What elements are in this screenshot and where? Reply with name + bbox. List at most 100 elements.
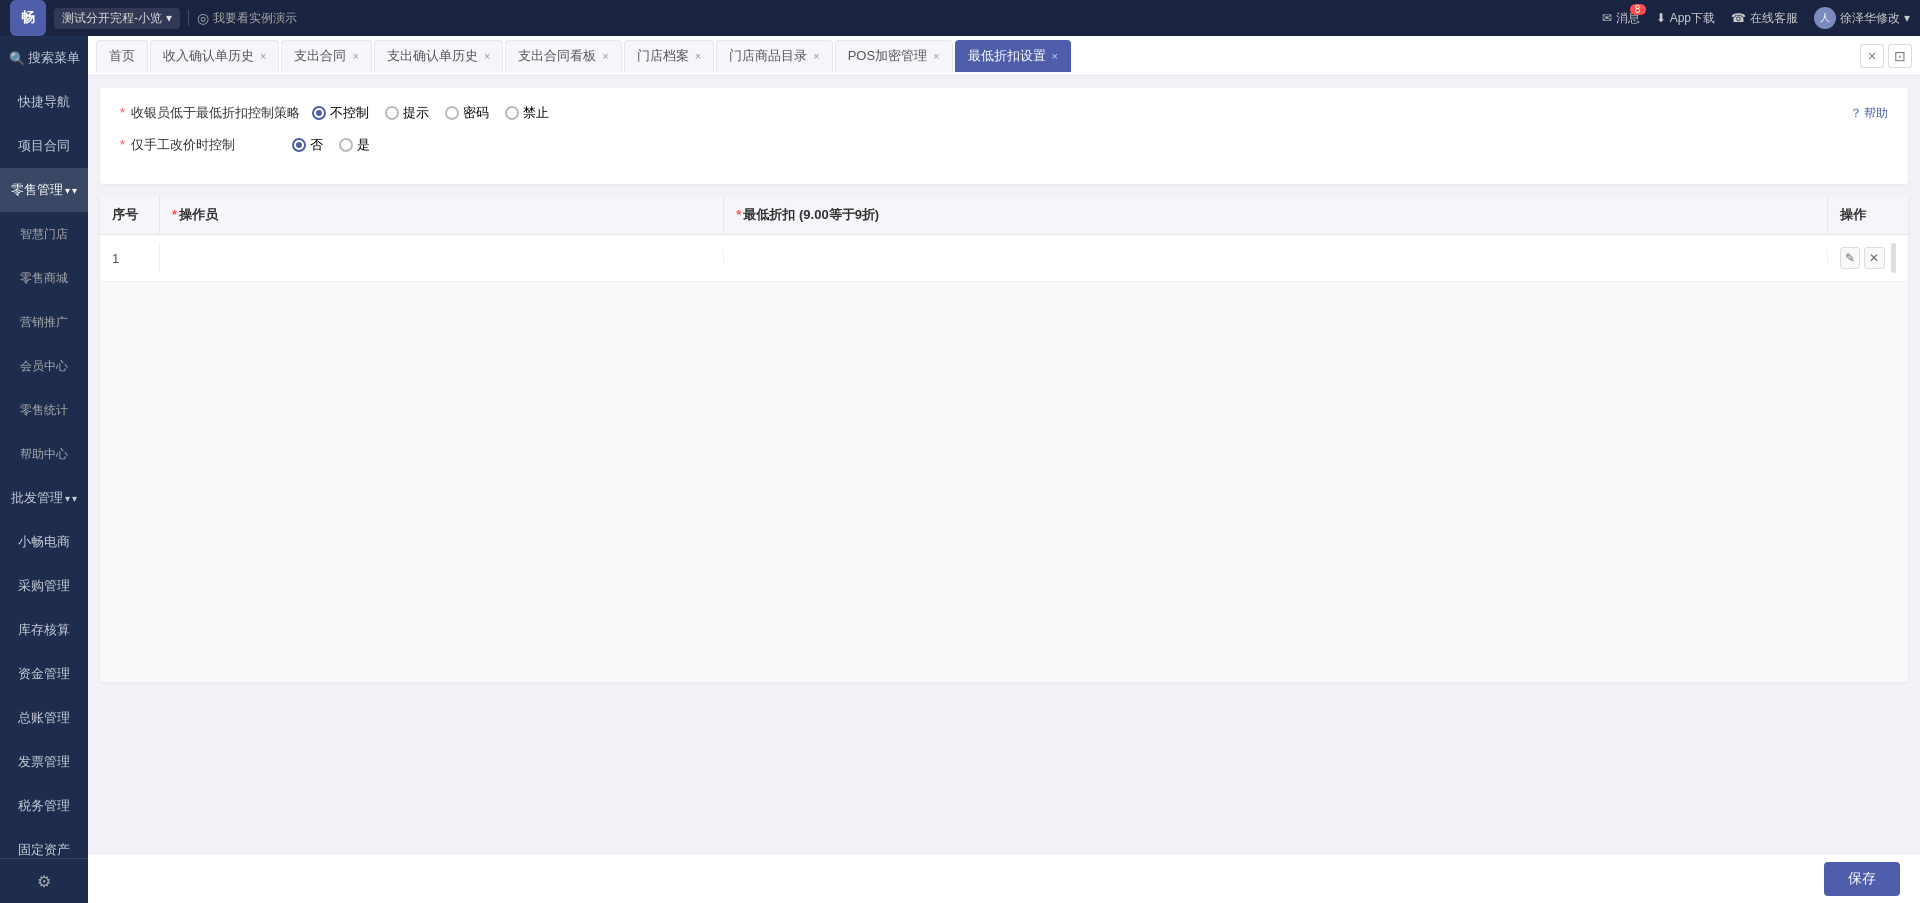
sidebar-item-help-center[interactable]: 帮助中心: [0, 432, 88, 476]
chevron-down-icon: ▾: [65, 493, 70, 504]
sidebar: 🔍 搜索菜单 快捷导航 项目合同 零售管理 ▾ 智慧门店 零售商城 营销推广: [0, 36, 88, 903]
question-icon: ？: [1850, 105, 1862, 122]
td-operator: [160, 250, 724, 266]
form-row-discount-control: * 收银员低于最低折扣控制策略 不控制 提示: [120, 104, 1888, 122]
th-action: 操作: [1828, 196, 1908, 234]
radio-circle: [292, 138, 306, 152]
sidebar-item-label: 快捷导航: [18, 93, 70, 111]
sidebar-item-label: 零售商城: [20, 270, 68, 287]
tab-close-icon[interactable]: ×: [260, 50, 266, 62]
radio-yes[interactable]: 是: [339, 136, 370, 154]
tab-expenditure-board[interactable]: 支出合同看板 ×: [505, 40, 621, 72]
settings-button[interactable]: ⚙: [0, 859, 88, 903]
edit-row-button[interactable]: ✎: [1840, 247, 1860, 269]
help-link[interactable]: ？ 帮助: [1850, 105, 1888, 122]
table-row: 1 ✎ ✕: [100, 235, 1908, 282]
td-discount: [724, 250, 1828, 266]
sidebar-item-project-contract[interactable]: 项目合同: [0, 124, 88, 168]
required-mark: *: [120, 105, 125, 120]
sidebar-item-shortcut[interactable]: 快捷导航: [0, 80, 88, 124]
sidebar-item-retail-stats[interactable]: 零售统计: [0, 388, 88, 432]
sidebar-item-purchase[interactable]: 采购管理: [0, 564, 88, 608]
sidebar-item-invoice[interactable]: 发票管理: [0, 740, 88, 784]
customer-service-button[interactable]: ☎ 在线客服: [1731, 10, 1798, 27]
sidebar-items-scroll: 🔍 搜索菜单 快捷导航 项目合同 零售管理 ▾ 智慧门店 零售商城 营销推广: [0, 36, 88, 858]
app-download-button[interactable]: ⬇ App下载: [1656, 10, 1715, 27]
close-tab-button[interactable]: ×: [1860, 44, 1884, 68]
sidebar-item-member-center[interactable]: 会员中心: [0, 344, 88, 388]
tab-label: 收入确认单历史: [163, 47, 254, 65]
tab-income-history[interactable]: 收入确认单历史 ×: [150, 40, 279, 72]
form-card: * 收银员低于最低折扣控制策略 不控制 提示: [100, 88, 1908, 184]
tab-close-icon[interactable]: ×: [602, 50, 608, 62]
radio-no-control[interactable]: 不控制: [312, 104, 369, 122]
tab-close-icon[interactable]: ×: [1052, 50, 1058, 62]
demo-link-label: 我要看实例演示: [213, 10, 297, 27]
required-mark: *: [172, 207, 177, 222]
sidebar-item-marketing[interactable]: 营销推广: [0, 300, 88, 344]
avatar: 人: [1814, 7, 1836, 29]
sidebar-item-fixed-assets[interactable]: 固定资产: [0, 828, 88, 858]
radio-no[interactable]: 否: [292, 136, 323, 154]
td-seq: 1: [100, 243, 160, 274]
radio-prompt[interactable]: 提示: [385, 104, 429, 122]
sidebar-item-label: 搜索菜单: [28, 49, 80, 67]
content-area: 首页 收入确认单历史 × 支出合同 × 支出确认单历史 × 支出合同看板 × 门…: [88, 36, 1920, 903]
radio-forbid[interactable]: 禁止: [505, 104, 549, 122]
th-operator: *操作员: [160, 196, 724, 234]
scroll-handle: [1891, 243, 1896, 273]
save-button[interactable]: 保存: [1824, 862, 1900, 896]
tab-store-archive[interactable]: 门店档案 ×: [624, 40, 714, 72]
sidebar-item-label: 固定资产: [18, 841, 70, 858]
td-action: ✎ ✕: [1828, 235, 1908, 281]
tab-home[interactable]: 首页: [96, 40, 148, 72]
radio-password[interactable]: 密码: [445, 104, 489, 122]
field1-label: * 收银员低于最低折扣控制策略: [120, 104, 300, 122]
empty-table-space: [100, 282, 1908, 682]
tab-close-icon[interactable]: ×: [813, 50, 819, 62]
tab-min-discount[interactable]: 最低折扣设置 ×: [955, 40, 1071, 72]
sidebar-item-ecommerce[interactable]: 小畅电商: [0, 520, 88, 564]
tab-label: 支出合同: [294, 47, 346, 65]
sidebar-item-label: 批发管理: [11, 489, 63, 507]
user-info[interactable]: 人 徐泽华修改 ▾: [1814, 7, 1910, 29]
top-header: 畅 测试分开完程-小览 ▾ ◎ 我要看实例演示 ✉ 消息 8 ⬇ App下载 ☎…: [0, 0, 1920, 36]
expand-tab-button[interactable]: ⊡: [1888, 44, 1912, 68]
chevron-down-icon: ▾: [65, 185, 70, 196]
tab-store-catalog[interactable]: 门店商品目录 ×: [716, 40, 832, 72]
sidebar-item-label: 会员中心: [20, 358, 68, 375]
radio-circle: [339, 138, 353, 152]
sidebar-item-wholesale[interactable]: 批发管理 ▾: [0, 476, 88, 520]
manual-control-radio-group: 否 是: [292, 136, 370, 154]
sidebar-item-retail-management[interactable]: 零售管理 ▾: [0, 168, 88, 212]
main-layout: 🔍 搜索菜单 快捷导航 项目合同 零售管理 ▾ 智慧门店 零售商城 营销推广: [0, 36, 1920, 903]
brand-icon: 畅: [10, 0, 46, 36]
tab-label: 最低折扣设置: [968, 47, 1046, 65]
table-header: 序号 *操作员 *最低折扣 (9.00等于9折) 操作: [100, 196, 1908, 235]
tab-close-icon[interactable]: ×: [695, 50, 701, 62]
tab-pos-management[interactable]: POS加密管理 ×: [835, 40, 953, 72]
discount-control-radio-group: 不控制 提示 密码 禁止: [312, 104, 549, 122]
sidebar-item-retail-mall[interactable]: 零售商城: [0, 256, 88, 300]
tab-expenditure-contract[interactable]: 支出合同 ×: [281, 40, 371, 72]
tab-label: 首页: [109, 47, 135, 65]
form-row-manual-control: * 仅手工改价时控制 否 是: [120, 136, 1888, 154]
sidebar-item-ledger[interactable]: 总账管理: [0, 696, 88, 740]
tab-close-icon[interactable]: ×: [484, 50, 490, 62]
customer-service-label: 在线客服: [1750, 10, 1798, 27]
radio-circle: [505, 106, 519, 120]
delete-row-button[interactable]: ✕: [1864, 247, 1884, 269]
sidebar-item-inventory[interactable]: 库存核算: [0, 608, 88, 652]
radio-circle: [312, 106, 326, 120]
demo-link[interactable]: ◎ 我要看实例演示: [197, 10, 297, 27]
help-label: 帮助: [1864, 105, 1888, 122]
tab-close-icon[interactable]: ×: [933, 50, 939, 62]
tab-expenditure-history[interactable]: 支出确认单历史 ×: [374, 40, 503, 72]
sidebar-item-finance[interactable]: 资金管理: [0, 652, 88, 696]
sidebar-item-tax[interactable]: 税务管理: [0, 784, 88, 828]
sidebar-item-search[interactable]: 🔍 搜索菜单: [0, 36, 88, 80]
sidebar-item-smart-store[interactable]: 智慧门店: [0, 212, 88, 256]
project-selector[interactable]: 测试分开完程-小览 ▾: [54, 8, 180, 29]
tab-close-icon[interactable]: ×: [352, 50, 358, 62]
messages-button[interactable]: ✉ 消息 8: [1602, 10, 1640, 27]
